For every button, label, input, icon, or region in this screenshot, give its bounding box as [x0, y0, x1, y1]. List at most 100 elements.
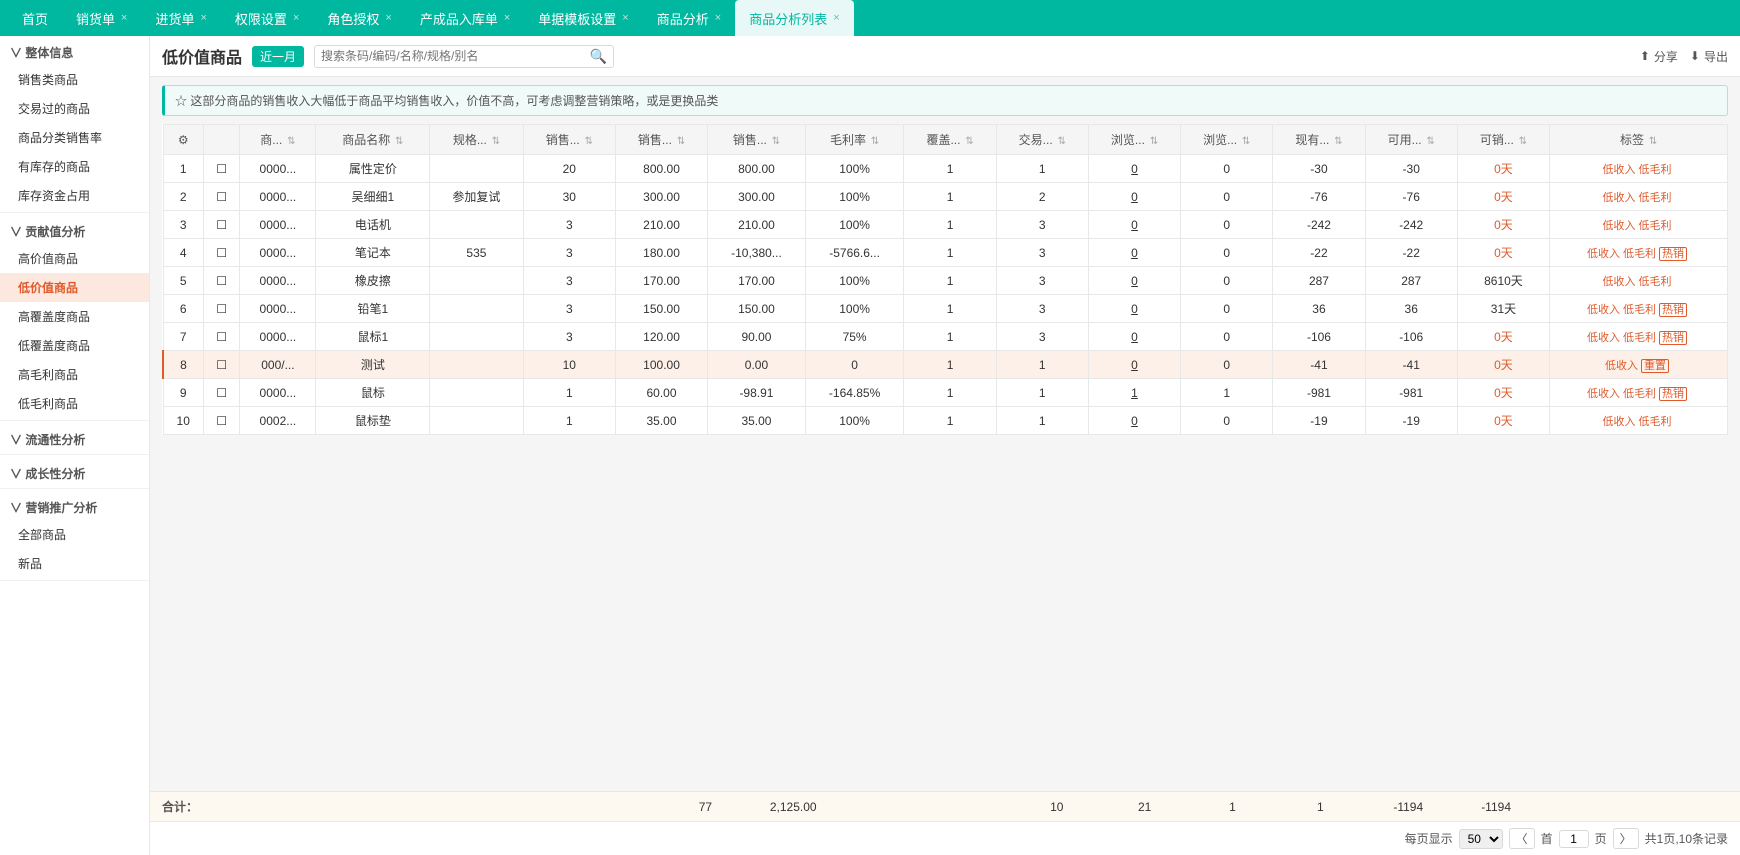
- col-header-sales_profit[interactable]: 销售... ⇅: [708, 125, 806, 155]
- col-header-sales_amt[interactable]: 销售... ⇅: [615, 125, 707, 155]
- nav-item-商品分析[interactable]: 商品分析×: [643, 0, 735, 36]
- first-page-button[interactable]: 〈: [1509, 828, 1535, 849]
- footer-cell-10: 21: [1101, 800, 1189, 814]
- search-input[interactable]: [321, 49, 586, 63]
- page-indicator-end: 页: [1595, 830, 1607, 847]
- row-views1-link[interactable]: 0: [1131, 218, 1138, 232]
- close-icon[interactable]: ×: [504, 12, 510, 24]
- export-button[interactable]: ⬇ 导出: [1690, 48, 1728, 65]
- sidebar-item-低覆盖度商品[interactable]: 低覆盖度商品: [0, 331, 149, 360]
- sidebar-item-低价值商品[interactable]: 低价值商品: [0, 273, 149, 302]
- sidebar-item-商品分类销售率[interactable]: 商品分类销售率: [0, 123, 149, 152]
- table-container[interactable]: ⚙商... ⇅商品名称 ⇅规格... ⇅销售... ⇅销售... ⇅销售... …: [150, 124, 1740, 791]
- close-icon[interactable]: ×: [293, 12, 299, 24]
- row-spec: [430, 211, 524, 239]
- row-gross-margin: 100%: [805, 267, 904, 295]
- col-header-views1[interactable]: 浏览... ⇅: [1088, 125, 1180, 155]
- nav-item-商品分析列表[interactable]: 商品分析列表×: [735, 0, 853, 36]
- sidebar-item-高价值商品[interactable]: 高价值商品: [0, 244, 149, 273]
- tag-低毛利: 低毛利: [1639, 220, 1672, 232]
- col-header-sales_qty[interactable]: 销售... ⇅: [523, 125, 615, 155]
- row-checkbox[interactable]: ☐: [203, 295, 239, 323]
- col-header-gross_margin[interactable]: 毛利率 ⇅: [805, 125, 904, 155]
- row-views1-link[interactable]: 0: [1131, 358, 1138, 372]
- sidebar-section-∨ 流通性分析[interactable]: ∨ 流通性分析: [0, 423, 149, 452]
- close-icon[interactable]: ×: [121, 12, 127, 24]
- sidebar-item-高覆盖度商品[interactable]: 高覆盖度商品: [0, 302, 149, 331]
- row-checkbox[interactable]: ☐: [203, 183, 239, 211]
- nav-item-进货单[interactable]: 进货单×: [141, 0, 220, 36]
- next-page-button[interactable]: 〉: [1613, 828, 1639, 849]
- close-icon[interactable]: ×: [622, 12, 628, 24]
- row-sellable: 0天: [1457, 379, 1549, 407]
- col-header-transactions[interactable]: 交易... ⇅: [996, 125, 1088, 155]
- row-checkbox[interactable]: ☐: [203, 239, 239, 267]
- row-checkbox[interactable]: ☐: [203, 407, 239, 435]
- share-button[interactable]: ⬆ 分享: [1640, 48, 1678, 65]
- tag-低毛利: 低毛利: [1639, 164, 1672, 176]
- row-checkbox[interactable]: ☐: [203, 323, 239, 351]
- row-views1-link[interactable]: 0: [1131, 302, 1138, 316]
- tag-低毛利: 低毛利: [1639, 192, 1672, 204]
- row-checkbox[interactable]: ☐: [203, 211, 239, 239]
- row-views1-link[interactable]: 0: [1131, 330, 1138, 344]
- sidebar-item-库存资金占用[interactable]: 库存资金占用: [0, 181, 149, 210]
- sidebar-item-交易过的商品[interactable]: 交易过的商品: [0, 94, 149, 123]
- row-views1-link[interactable]: 1: [1131, 386, 1138, 400]
- nav-item-单据模板设置[interactable]: 单据模板设置×: [524, 0, 642, 36]
- nav-item-权限设置[interactable]: 权限设置×: [221, 0, 313, 36]
- row-sales-profit: -10,380...: [708, 239, 806, 267]
- close-icon[interactable]: ×: [833, 12, 839, 24]
- col-header-code[interactable]: 商... ⇅: [240, 125, 316, 155]
- close-icon[interactable]: ×: [715, 12, 721, 24]
- page-size-label: 每页显示: [1405, 830, 1453, 847]
- tag-低收入: 低收入: [1603, 164, 1636, 176]
- page-number-input[interactable]: [1559, 830, 1589, 848]
- row-views1-link[interactable]: 0: [1131, 190, 1138, 204]
- row-checkbox[interactable]: ☐: [203, 351, 239, 379]
- period-button[interactable]: 近一月: [252, 46, 304, 67]
- nav-item-销货单[interactable]: 销货单×: [62, 0, 141, 36]
- col-header-settings[interactable]: ⚙: [163, 125, 203, 155]
- nav-item-产成品入库单[interactable]: 产成品入库单×: [406, 0, 524, 36]
- close-icon[interactable]: ×: [385, 12, 391, 24]
- row-views2: 0: [1181, 211, 1273, 239]
- col-header-views2[interactable]: 浏览... ⇅: [1181, 125, 1273, 155]
- page-size-select[interactable]: 50: [1459, 829, 1503, 849]
- sidebar-section-∨ 成长性分析[interactable]: ∨ 成长性分析: [0, 457, 149, 486]
- close-icon[interactable]: ×: [200, 12, 206, 24]
- sidebar-item-新品[interactable]: 新品: [0, 549, 149, 578]
- row-views1-link[interactable]: 0: [1131, 274, 1138, 288]
- sidebar-item-全部商品[interactable]: 全部商品: [0, 520, 149, 549]
- sidebar-section-∨ 贡献值分析[interactable]: ∨ 贡献值分析: [0, 215, 149, 244]
- col-header-spec[interactable]: 规格... ⇅: [430, 125, 524, 155]
- row-tags: 低收入低毛利热销: [1550, 239, 1728, 267]
- row-views1-link[interactable]: 0: [1131, 414, 1138, 428]
- sidebar-item-有库存的商品[interactable]: 有库存的商品: [0, 152, 149, 181]
- tag-重置: 重置: [1641, 359, 1669, 373]
- row-current-stock: -41: [1273, 351, 1365, 379]
- row-views1-link[interactable]: 0: [1131, 246, 1138, 260]
- sidebar-section-∨ 整体信息[interactable]: ∨ 整体信息: [0, 36, 149, 65]
- col-header-checkbox[interactable]: [203, 125, 239, 155]
- search-icon[interactable]: 🔍: [590, 48, 607, 65]
- row-checkbox[interactable]: ☐: [203, 155, 239, 183]
- sidebar-section-∨ 营销推广分析[interactable]: ∨ 营销推广分析: [0, 491, 149, 520]
- row-transactions: 1: [996, 407, 1088, 435]
- sidebar-item-销售类商品[interactable]: 销售类商品: [0, 65, 149, 94]
- col-header-current_stock[interactable]: 现有... ⇅: [1273, 125, 1365, 155]
- row-views1-link[interactable]: 0: [1131, 162, 1138, 176]
- col-header-name[interactable]: 商品名称 ⇅: [316, 125, 430, 155]
- col-header-coverage[interactable]: 覆盖... ⇅: [904, 125, 996, 155]
- row-checkbox[interactable]: ☐: [203, 267, 239, 295]
- sidebar-item-高毛利商品[interactable]: 高毛利商品: [0, 360, 149, 389]
- col-header-tags[interactable]: 标签 ⇅: [1550, 125, 1728, 155]
- col-header-available_stock[interactable]: 可用... ⇅: [1365, 125, 1457, 155]
- col-header-sellable[interactable]: 可销... ⇅: [1457, 125, 1549, 155]
- nav-item-角色授权[interactable]: 角色授权×: [313, 0, 405, 36]
- row-spec: [430, 155, 524, 183]
- footer-cell-3: [474, 800, 574, 814]
- sidebar-item-低毛利商品[interactable]: 低毛利商品: [0, 389, 149, 418]
- nav-item-首页[interactable]: 首页: [8, 0, 62, 36]
- row-checkbox[interactable]: ☐: [203, 379, 239, 407]
